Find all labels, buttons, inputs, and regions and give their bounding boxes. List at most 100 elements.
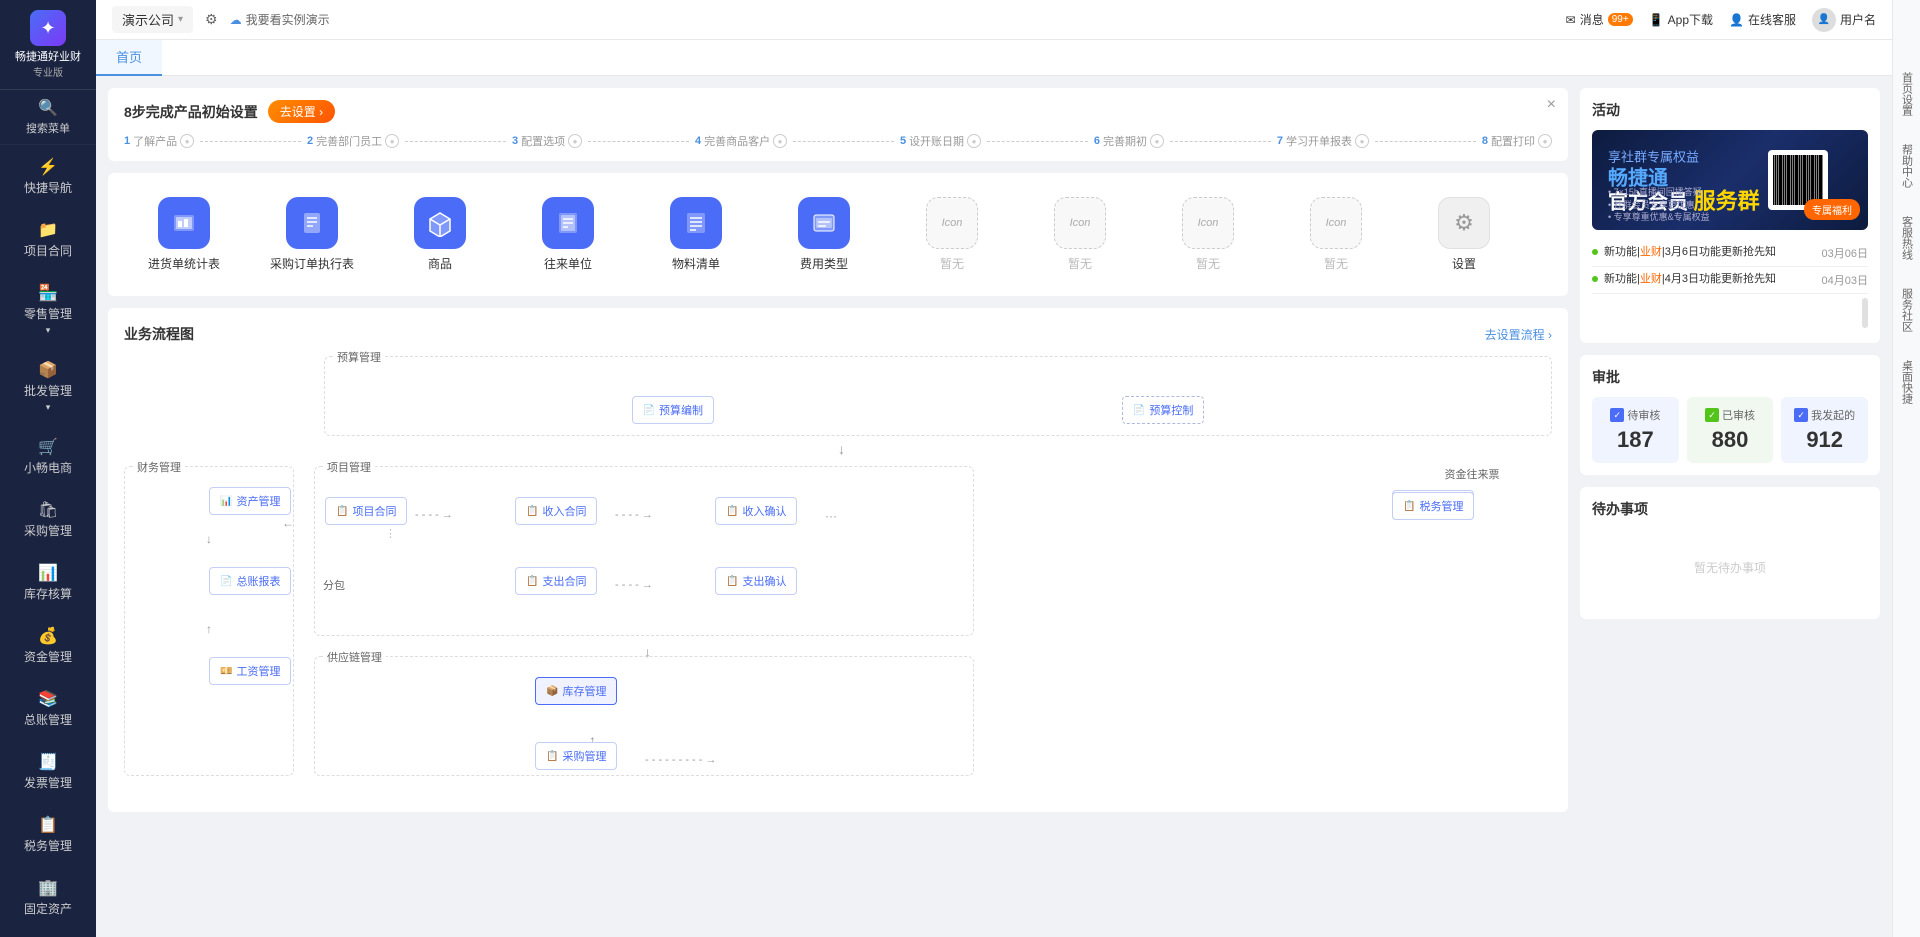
quick-icon-label-2: 采购订单执行表 [270,255,354,272]
demo-icon: ☁ [230,13,242,27]
quick-icon-settings[interactable]: ⚙ 设置 [1404,185,1524,284]
expense-contract-node[interactable]: 📋 支出合同 [515,567,597,595]
setup-steps: 1 了解产品 ● 2 完善部门员工 ● 3 配置 [124,133,1552,149]
income-confirm-node[interactable]: 📋 收入确认 [715,497,797,525]
arrow-right-3: - - - - → [615,579,653,591]
sidebar-item-tax[interactable]: 📋 税务管理 [0,803,96,866]
capital-group-label: 资金往来票 [1392,466,1552,482]
setup-close-button[interactable]: × [1547,96,1556,114]
setup-step-4: 4 完善商品客户 ● [695,133,787,149]
step-circle-3: ● [568,134,582,148]
pending-count: 187 [1600,427,1671,453]
quick-icon-inbound-stats[interactable]: 进货单统计表 [124,185,244,284]
right-sidebar-community[interactable]: 服务社区 [1895,276,1919,344]
right-sidebar-home-settings[interactable]: 首页设置 [1895,60,1919,128]
approval-card-pending[interactable]: ✓ 待审核 187 [1592,397,1679,463]
arrow-right-2: - - - - → [615,509,653,521]
sidebar-item-payroll[interactable]: 💴 工资 [0,929,96,937]
quick-icon-placeholder-7[interactable]: Icon 暂无 [892,185,1012,284]
demo-link[interactable]: ☁ 我要看实例演示 [230,11,330,28]
right-sidebar-hotline[interactable]: 客服热线 [1895,204,1919,272]
quick-icon-label-1: 进货单统计表 [148,255,220,272]
sidebar-item-sales[interactable]: 🏪 零售管理 ▾ [0,271,96,348]
settings-icon[interactable]: ⚙ [205,11,218,28]
general-ledger-node[interactable]: 📄 总账报表 [209,567,291,595]
income-contract-node[interactable]: 📋 收入合同 [515,497,597,525]
tax-mgmt-right-node[interactable]: 📋 税务管理 [1392,492,1474,520]
quick-icon-label-11: 设置 [1452,255,1476,272]
activity-item-1[interactable]: 新功能|业财|3月6日功能更新抢先知 03月06日 [1592,240,1868,267]
step-dots-6 [1170,141,1271,142]
inbound-stats-icon [158,197,210,249]
step-dots-4 [793,141,894,142]
placeholder-icon-9: Icon [1182,197,1234,249]
sidebar-item-inventory[interactable]: 📊 库存核算 [0,551,96,614]
expense-confirm-node[interactable]: 📋 支出确认 [715,567,797,595]
sidebar-item-ecom[interactable]: 🛒 小畅电商 [0,425,96,488]
content-left: 8步完成产品初始设置 去设置 › 1 了解产品 ● 2 完善部门员工 [108,88,1568,925]
go-settings-button[interactable]: 去设置 › [268,100,335,123]
quick-icon-label-8: 暂无 [1068,255,1092,272]
quick-icon-goods[interactable]: 商品 [380,185,500,284]
approved-icon: ✓ [1705,408,1719,422]
mine-icon: ✓ [1794,408,1808,422]
user-menu[interactable]: 👤 用户名 [1812,8,1876,32]
go-set-flow-link[interactable]: 去设置流程 › [1485,326,1552,343]
quick-icon-placeholder-8[interactable]: Icon 暂无 [1020,185,1140,284]
quick-icon-placeholder-10[interactable]: Icon 暂无 [1276,185,1396,284]
right-sidebar-help[interactable]: 帮助中心 [1895,132,1919,200]
budget-compile-node[interactable]: 📄 预算编制 [632,396,714,424]
quick-icons-panel: 进货单统计表 采购订单执行表 商品 [108,173,1568,296]
budget-group-label: 预算管理 [333,349,385,365]
quick-icon-counterparty[interactable]: 往来单位 [508,185,628,284]
join-banner-button[interactable]: 专属福利 [1804,199,1860,220]
message-badge: 99+ [1608,13,1633,26]
setup-step-2: 2 完善部门员工 ● [307,133,399,149]
message-button[interactable]: ✉ 消息 99+ [1566,11,1633,28]
biz-flow-title: 业务流程图 [124,324,194,344]
company-dropdown-arrow: ▾ [178,14,183,25]
activity-title: 活动 [1592,100,1868,120]
setup-step-3: 3 配置选项 ● [512,133,582,149]
bom-icon [670,197,722,249]
inventory-mgmt-node[interactable]: 📦 库存管理 [535,677,617,705]
sidebar-item-ledger[interactable]: 📚 总账管理 [0,677,96,740]
tab-home[interactable]: 首页 [96,40,162,76]
sidebar-search[interactable]: 🔍 搜索菜单 [0,90,96,145]
activity-item-2[interactable]: 新功能|业财|4月3日功能更新抢先知 04月03日 [1592,267,1868,294]
arrow-left-1: ← [282,516,294,530]
company-selector[interactable]: 演示公司 ▾ [112,6,193,33]
quick-icon-purchase-order[interactable]: 采购订单执行表 [252,185,372,284]
purchase-mgmt-node[interactable]: 📋 采购管理 [535,742,617,770]
app-download-button[interactable]: 📱 App下载 [1649,11,1713,28]
payroll-mgmt-node[interactable]: 💴 工资管理 [209,657,291,685]
activity-list: 新功能|业财|3月6日功能更新抢先知 03月06日 新功能|业财|4月3日功能更… [1592,240,1868,294]
sidebar-item-capital[interactable]: 💰 资金管理 [0,614,96,677]
activity-dot-1 [1592,249,1598,255]
budget-control-node[interactable]: 📄 预算控制 [1122,396,1204,424]
approval-card-mine[interactable]: ✓ 我发起的 912 [1781,397,1868,463]
mine-count: 912 [1789,427,1860,453]
sidebar-item-fixed[interactable]: 🏢 固定资产 [0,866,96,929]
online-service-button[interactable]: 👤 在线客服 [1729,11,1796,28]
settings-gear-icon: ⚙ [1438,197,1490,249]
step-dots-7 [1375,141,1476,142]
sidebar-item-project[interactable]: 📁 项目合同 [0,208,96,271]
quick-icon-placeholder-9[interactable]: Icon 暂无 [1148,185,1268,284]
sidebar-item-purchase[interactable]: 🛍 采购管理 [0,488,96,551]
sidebar-item-invoice[interactable]: 🧾 发票管理 [0,740,96,803]
tabbar: 首页 [96,40,1892,76]
quick-icon-expense-type[interactable]: 费用类型 [764,185,884,284]
setup-step-8: 8 配置打印 ● [1482,133,1552,149]
supply-group-label: 供应链管理 [323,649,386,665]
approval-card-approved[interactable]: ✓ 已审核 880 [1687,397,1774,463]
sidebar-item-wholesale[interactable]: 📦 批发管理 ▾ [0,348,96,425]
sidebar-item-quick[interactable]: ⚡ 快捷导航 [0,145,96,208]
asset-mgmt-node[interactable]: 📊 资产管理 [209,487,291,515]
right-sidebar-desktop[interactable]: 桌面快捷 [1895,348,1919,416]
todo-empty: 暂无待办事项 [1592,527,1868,607]
main-area: 演示公司 ▾ ⚙ ☁ 我要看实例演示 ✉ 消息 99+ 📱 App下载 [96,0,1892,937]
project-contract-node[interactable]: 📋 项目合同 [325,497,407,525]
icons-grid: 进货单统计表 采购订单执行表 商品 [124,185,1552,284]
quick-icon-bom[interactable]: 物料清单 [636,185,756,284]
